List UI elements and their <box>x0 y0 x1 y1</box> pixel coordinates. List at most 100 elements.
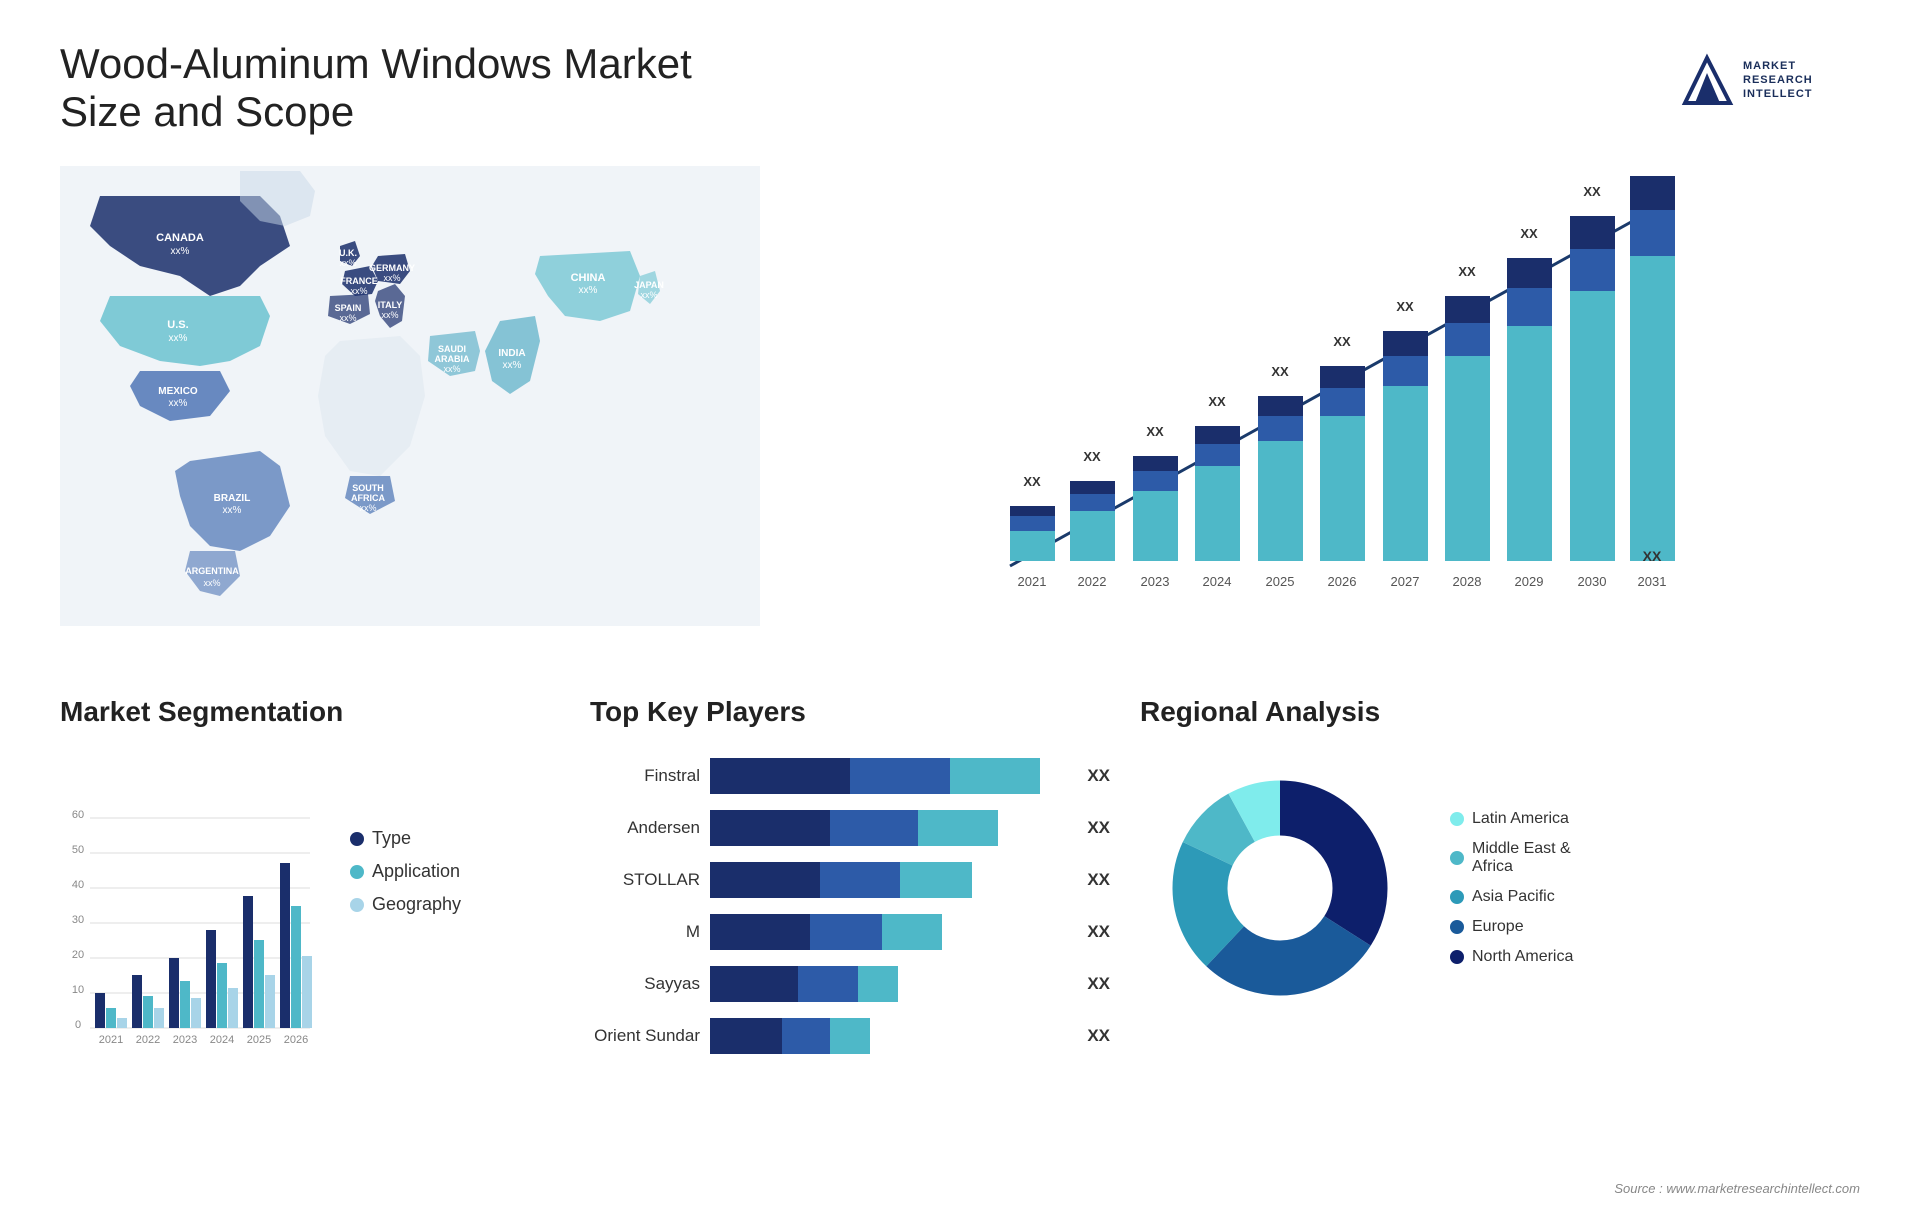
svg-text:2021: 2021 <box>99 1034 123 1046</box>
svg-text:2029: 2029 <box>1515 574 1544 589</box>
svg-text:xx%: xx% <box>339 258 356 268</box>
svg-text:2027: 2027 <box>1391 574 1420 589</box>
svg-text:2024: 2024 <box>1203 574 1232 589</box>
player-name-finstral: Finstral <box>590 766 700 786</box>
svg-text:ARGENTINA: ARGENTINA <box>185 566 239 576</box>
page-title: Wood-Aluminum Windows Market Size and Sc… <box>60 40 760 136</box>
svg-text:10: 10 <box>72 984 84 996</box>
segmentation-title: Market Segmentation <box>60 696 560 728</box>
regional-legend-item-europe: Europe <box>1450 918 1573 936</box>
legend-item-type: Type <box>350 828 461 849</box>
content-bottom: Market Segmentation 0 10 20 30 40 50 60 <box>60 696 1860 1176</box>
regional-title: Regional Analysis <box>1140 696 1860 728</box>
regional-section: Regional Analysis <box>1140 696 1860 1176</box>
svg-text:60: 60 <box>72 809 84 821</box>
legend-dot-geography <box>350 898 364 912</box>
header: Wood-Aluminum Windows Market Size and Sc… <box>60 40 1860 136</box>
svg-text:CHINA: CHINA <box>571 272 606 284</box>
player-row-andersen: Andersen XX <box>590 810 1110 846</box>
key-players-title: Top Key Players <box>590 696 1110 728</box>
regional-label-europe: Europe <box>1472 918 1524 936</box>
growth-chart-section: XX XX XX XX XX <box>800 166 1860 666</box>
player-row-stollar: STOLLAR XX <box>590 862 1110 898</box>
regional-dot-asia <box>1450 890 1464 904</box>
segmentation-chart-svg: 0 10 20 30 40 50 60 <box>60 748 320 1048</box>
svg-text:XX: XX <box>1146 424 1164 439</box>
player-value-sayyas: XX <box>1087 974 1110 994</box>
svg-text:2028: 2028 <box>1453 574 1482 589</box>
regional-legend-item-asia: Asia Pacific <box>1450 888 1573 906</box>
svg-text:BRAZIL: BRAZIL <box>214 493 251 504</box>
svg-text:2022: 2022 <box>1078 574 1107 589</box>
svg-text:2021: 2021 <box>1018 574 1047 589</box>
svg-text:2030: 2030 <box>1578 574 1607 589</box>
svg-text:FRANCE: FRANCE <box>340 276 378 286</box>
regional-label-latin: Latin America <box>1472 810 1569 828</box>
svg-text:20: 20 <box>72 949 84 961</box>
player-name-orient: Orient Sundar <box>590 1026 700 1046</box>
svg-text:XX: XX <box>1271 364 1289 379</box>
svg-text:xx%: xx% <box>350 286 367 296</box>
svg-text:CANADA: CANADA <box>156 232 204 244</box>
legend-label-application: Application <box>372 861 460 882</box>
svg-text:XX: XX <box>1458 264 1476 279</box>
svg-text:xx%: xx% <box>503 360 522 371</box>
player-row-sayyas: Sayyas XX <box>590 966 1110 1002</box>
svg-text:xx%: xx% <box>443 364 460 374</box>
player-value-m: XX <box>1087 922 1110 942</box>
regional-label-northamerica: North America <box>1472 948 1573 966</box>
key-players-section: Top Key Players Finstral XX Andersen <box>590 696 1110 1176</box>
svg-text:MEXICO: MEXICO <box>158 386 198 397</box>
regional-dot-latin <box>1450 812 1464 826</box>
svg-text:U.K.: U.K. <box>339 248 357 258</box>
svg-text:xx%: xx% <box>381 310 398 320</box>
legend-dot-type <box>350 832 364 846</box>
growth-chart-svg: XX XX XX XX XX <box>800 166 1860 626</box>
page-container: Wood-Aluminum Windows Market Size and Sc… <box>0 0 1920 1206</box>
svg-text:JAPAN: JAPAN <box>634 280 664 290</box>
svg-text:xx%: xx% <box>203 578 220 588</box>
player-name-sayyas: Sayyas <box>590 974 700 994</box>
player-name-m: M <box>590 922 700 942</box>
player-value-orient: XX <box>1087 1026 1110 1046</box>
player-row-m: M XX <box>590 914 1110 950</box>
svg-text:XX: XX <box>1643 548 1662 564</box>
player-bar-orient <box>710 1018 1071 1054</box>
player-name-stollar: STOLLAR <box>590 870 700 890</box>
svg-text:40: 40 <box>72 879 84 891</box>
player-bar-finstral <box>710 758 1071 794</box>
legend-dot-application <box>350 865 364 879</box>
player-bar-stollar <box>710 862 1071 898</box>
svg-text:2031: 2031 <box>1638 574 1667 589</box>
player-bar-andersen <box>710 810 1071 846</box>
player-row-finstral: Finstral XX <box>590 758 1110 794</box>
svg-text:xx%: xx% <box>383 273 400 283</box>
player-value-stollar: XX <box>1087 870 1110 890</box>
player-bar-m <box>710 914 1071 950</box>
player-value-finstral: XX <box>1087 766 1110 786</box>
regional-dot-europe <box>1450 920 1464 934</box>
world-map-svg: CANADA xx% U.S. xx% MEXICO xx% BRAZIL xx… <box>60 166 760 626</box>
legend-item-geography: Geography <box>350 894 461 915</box>
svg-text:XX: XX <box>1583 184 1601 199</box>
svg-text:xx%: xx% <box>171 246 190 257</box>
regional-label-mea: Middle East &Africa <box>1472 840 1571 876</box>
svg-text:XX: XX <box>1208 394 1226 409</box>
svg-text:ITALY: ITALY <box>378 300 403 310</box>
svg-text:SAUDI: SAUDI <box>438 344 466 354</box>
svg-text:SOUTH: SOUTH <box>352 483 384 493</box>
svg-text:U.S.: U.S. <box>167 319 188 331</box>
svg-text:XX: XX <box>1333 334 1351 349</box>
svg-text:xx%: xx% <box>579 285 598 296</box>
svg-text:2025: 2025 <box>247 1034 271 1046</box>
logo-text: MARKET RESEARCH INTELLECT <box>1743 59 1813 102</box>
regional-dot-mea <box>1450 851 1464 865</box>
svg-text:XX: XX <box>1396 299 1414 314</box>
svg-text:xx%: xx% <box>169 333 188 344</box>
legend-label-geography: Geography <box>372 894 461 915</box>
svg-text:2026: 2026 <box>284 1034 308 1046</box>
regional-legend-item-northamerica: North America <box>1450 948 1573 966</box>
regional-content: Latin America Middle East &Africa Asia P… <box>1140 748 1860 1028</box>
regional-legend-item-mea: Middle East &Africa <box>1450 840 1573 876</box>
svg-text:2026: 2026 <box>1328 574 1357 589</box>
